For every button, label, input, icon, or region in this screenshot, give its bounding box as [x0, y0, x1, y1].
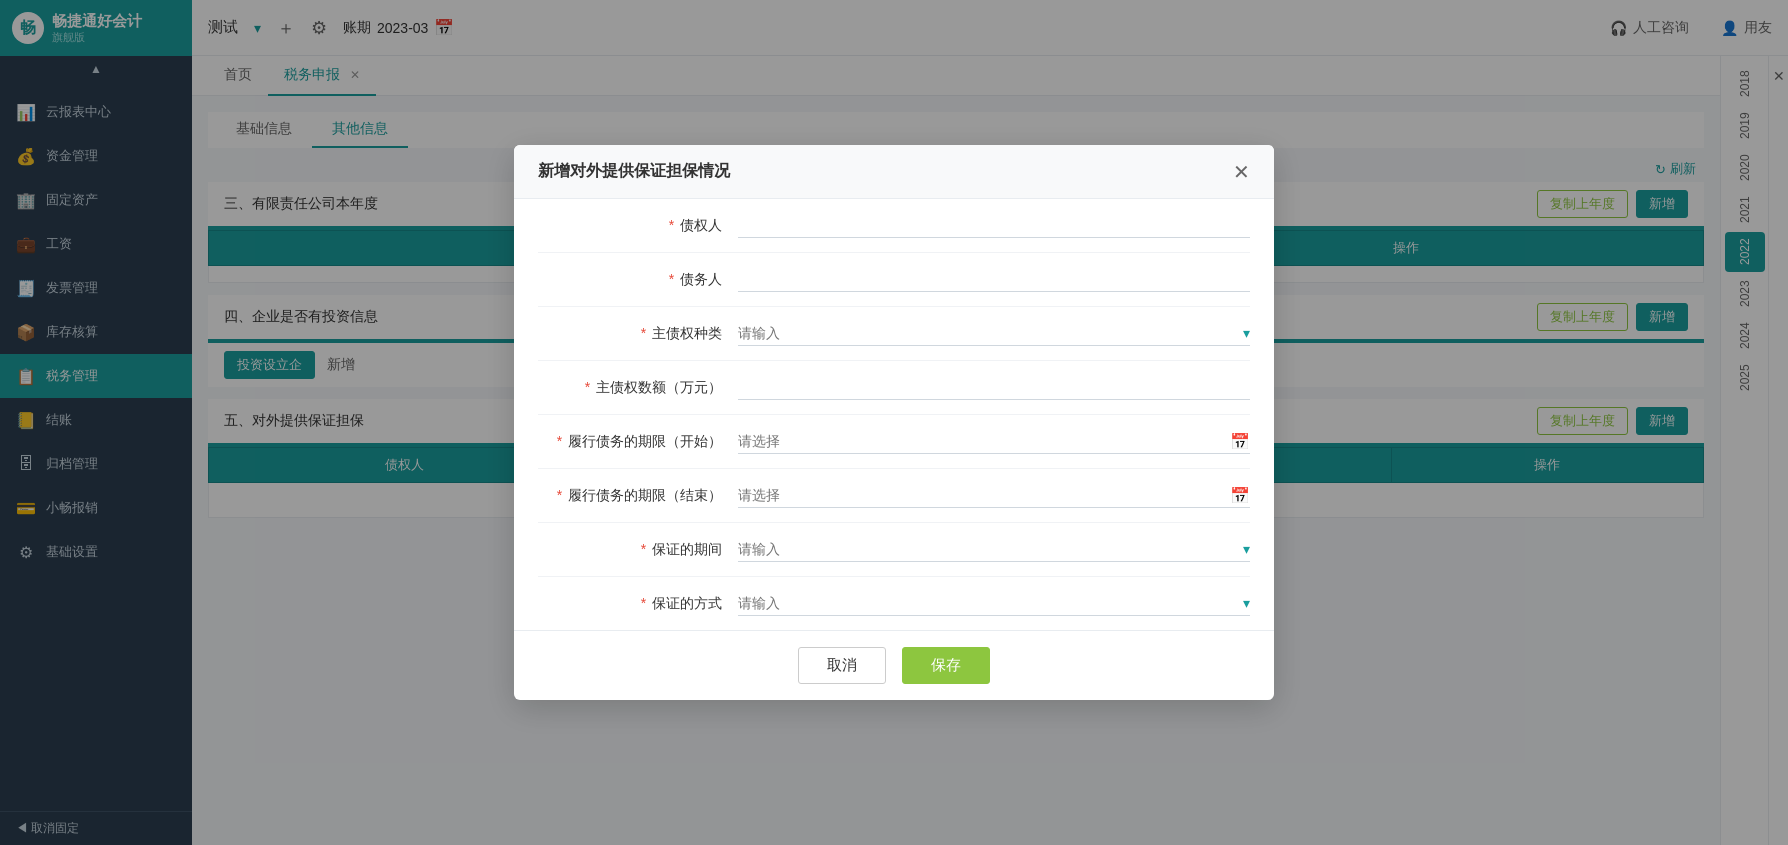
- field-date-input-period-start[interactable]: [738, 429, 1230, 453]
- required-mark: *: [557, 487, 562, 503]
- required-mark: *: [585, 379, 590, 395]
- field-label-period-end: * 履行债务的期限（结束）: [538, 487, 738, 505]
- calendar-icon-start[interactable]: 📅: [1230, 432, 1250, 451]
- calendar-icon-end[interactable]: 📅: [1230, 486, 1250, 505]
- save-button[interactable]: 保存: [902, 647, 990, 684]
- modal-dialog: 新增对外提供保证担保情况 ✕ * 债权人 * 债务人: [514, 145, 1274, 700]
- modal-overlay: 新增对外提供保证担保情况 ✕ * 债权人 * 债务人: [0, 0, 1788, 845]
- field-select-input-claim-type[interactable]: [738, 321, 1243, 345]
- form-row-period-end: * 履行债务的期限（结束） 📅: [538, 469, 1250, 523]
- form-row-claim-amount: * 主债权数额（万元）: [538, 361, 1250, 415]
- field-input-debtor[interactable]: [738, 267, 1250, 292]
- form-row-claim-type: * 主债权种类 ▾: [538, 307, 1250, 361]
- field-label-period-start: * 履行债务的期限（开始）: [538, 433, 738, 451]
- required-mark: *: [641, 541, 646, 557]
- dropdown-arrow-guarantee-period-icon[interactable]: ▾: [1243, 541, 1250, 557]
- dropdown-arrow-guarantee-method-icon[interactable]: ▾: [1243, 595, 1250, 611]
- modal-header: 新增对外提供保证担保情况 ✕: [514, 145, 1274, 199]
- field-date-period-end[interactable]: 📅: [738, 483, 1250, 508]
- field-date-input-period-end[interactable]: [738, 483, 1230, 507]
- field-date-period-start[interactable]: 📅: [738, 429, 1250, 454]
- required-mark: *: [669, 217, 674, 233]
- field-select-guarantee-period[interactable]: ▾: [738, 537, 1250, 562]
- field-label-guarantee-method: * 保证的方式: [538, 595, 738, 613]
- modal-title: 新增对外提供保证担保情况: [538, 161, 730, 182]
- field-select-input-guarantee-period[interactable]: [738, 537, 1243, 561]
- form-row-period-start: * 履行债务的期限（开始） 📅: [538, 415, 1250, 469]
- required-mark: *: [669, 271, 674, 287]
- field-input-claim-amount[interactable]: [738, 375, 1250, 400]
- dropdown-arrow-icon[interactable]: ▾: [1243, 325, 1250, 341]
- field-label-guarantee-period: * 保证的期间: [538, 541, 738, 559]
- field-label-claim-amount: * 主债权数额（万元）: [538, 379, 738, 397]
- field-label-claim-type: * 主债权种类: [538, 325, 738, 343]
- cancel-button[interactable]: 取消: [798, 647, 886, 684]
- required-mark: *: [557, 433, 562, 449]
- field-input-creditor[interactable]: [738, 213, 1250, 238]
- modal-close-button[interactable]: ✕: [1233, 162, 1250, 182]
- field-label-creditor: * 债权人: [538, 217, 738, 235]
- field-select-input-guarantee-method[interactable]: [738, 591, 1243, 615]
- modal-footer: 取消 保存: [514, 630, 1274, 700]
- form-row-debtor: * 债务人: [538, 253, 1250, 307]
- required-mark: *: [641, 325, 646, 341]
- field-select-claim-type[interactable]: ▾: [738, 321, 1250, 346]
- field-select-guarantee-method[interactable]: ▾: [738, 591, 1250, 616]
- field-label-debtor: * 债务人: [538, 271, 738, 289]
- modal-body: * 债权人 * 债务人 * 主债权种类: [514, 199, 1274, 630]
- form-row-creditor: * 债权人: [538, 199, 1250, 253]
- required-mark: *: [641, 595, 646, 611]
- form-row-guarantee-method: * 保证的方式 ▾: [538, 577, 1250, 630]
- form-row-guarantee-period: * 保证的期间 ▾: [538, 523, 1250, 577]
